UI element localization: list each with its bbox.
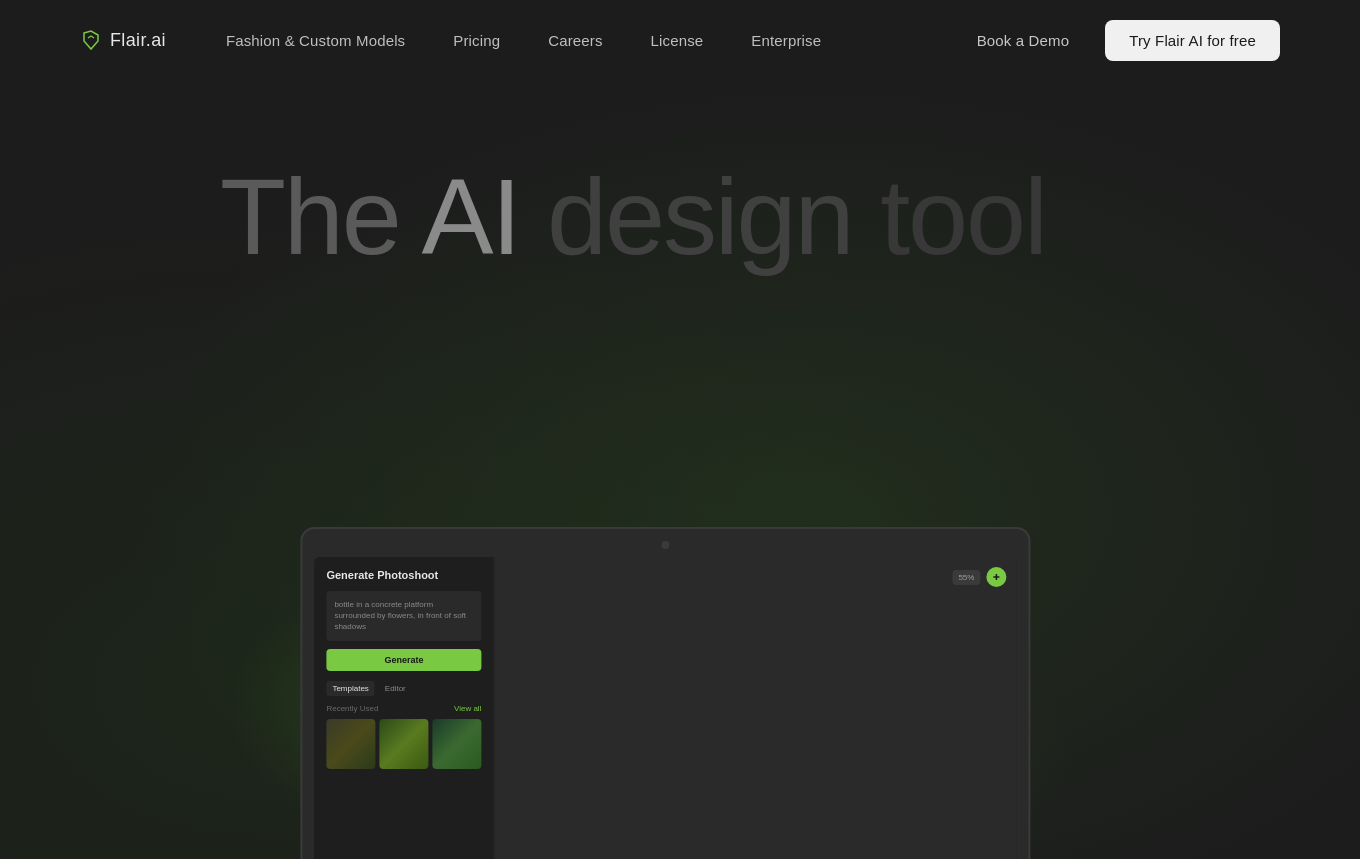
nav-link-fashion[interactable]: Fashion & Custom Models <box>226 32 405 49</box>
app-mockup-container: Assets Generate Elements Models <box>300 527 1030 859</box>
hero-section: The AI design tool <box>0 80 1360 273</box>
thumbnail-3[interactable] <box>432 719 481 769</box>
view-all-link[interactable]: View all <box>454 704 481 713</box>
panel-recently-used-label: Recently Used View all <box>326 704 481 713</box>
recently-used-text: Recently Used <box>326 704 378 713</box>
panel-prompt-text[interactable]: bottle in a concrete platform surrounded… <box>326 591 481 641</box>
zoom-icon <box>991 572 1001 582</box>
app-ui: Assets Generate Elements Models <box>314 557 1016 859</box>
nav-actions: Book a Demo Try Flair AI for free <box>957 20 1280 61</box>
nav-link-enterprise[interactable]: Enterprise <box>751 32 821 49</box>
flair-logo-icon <box>80 29 102 51</box>
laptop-frame: Assets Generate Elements Models <box>300 527 1030 859</box>
book-demo-button[interactable]: Book a Demo <box>957 22 1090 59</box>
canvas-zoom-controls: 55% <box>952 567 1006 587</box>
nav-links: Fashion & Custom Models Pricing Careers … <box>226 32 957 49</box>
hero-title-ai: AI <box>422 156 520 277</box>
zoom-button[interactable] <box>986 567 1006 587</box>
app-left-panel: Generate Photoshoot bottle in a concrete… <box>314 557 494 859</box>
navbar: Flair.ai Fashion & Custom Models Pricing… <box>0 0 1360 80</box>
nav-link-pricing[interactable]: Pricing <box>453 32 500 49</box>
panel-tabs: Templates Editor <box>326 681 481 696</box>
hero-title-tool: tool <box>880 156 1046 277</box>
zoom-level[interactable]: 55% <box>952 570 980 585</box>
tab-templates[interactable]: Templates <box>326 681 374 696</box>
thumbnail-1[interactable] <box>326 719 375 769</box>
tab-editor[interactable]: Editor <box>379 681 412 696</box>
logo-link[interactable]: Flair.ai <box>80 29 166 51</box>
logo-text: Flair.ai <box>110 30 166 51</box>
laptop-screen: Assets Generate Elements Models <box>314 557 1016 859</box>
laptop-camera <box>661 541 669 549</box>
hero-title: The AI design tool <box>220 160 1360 273</box>
panel-generate-button[interactable]: Generate <box>326 649 481 671</box>
try-free-button[interactable]: Try Flair AI for free <box>1105 20 1280 61</box>
nav-link-careers[interactable]: Careers <box>548 32 602 49</box>
app-canvas[interactable]: 55% <box>494 557 1016 859</box>
hero-title-design: design <box>547 156 852 277</box>
thumbnail-2[interactable] <box>379 719 428 769</box>
panel-title: Generate Photoshoot <box>326 569 481 581</box>
panel-thumbnails <box>326 719 481 769</box>
hero-title-the: The <box>220 156 400 277</box>
nav-link-license[interactable]: License <box>651 32 704 49</box>
